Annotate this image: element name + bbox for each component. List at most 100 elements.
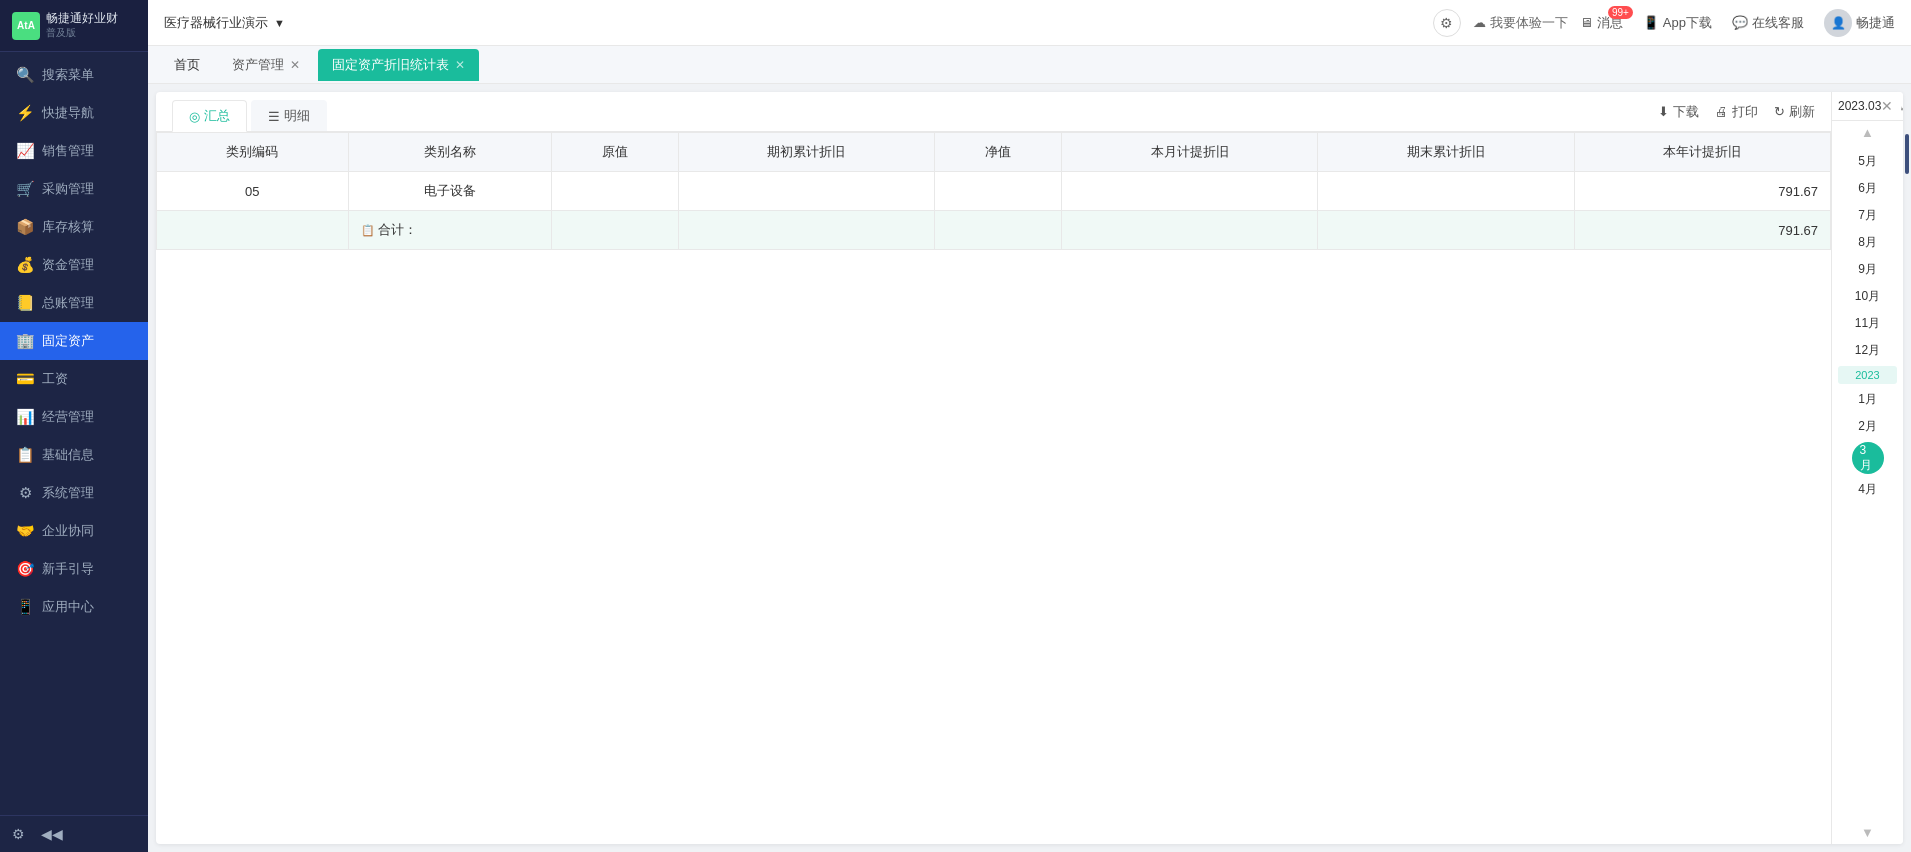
settings-button[interactable]: ⚙	[1433, 9, 1461, 37]
date-month-item[interactable]: 2月	[1832, 413, 1903, 440]
nav-icon-app_center: 📱	[16, 598, 34, 616]
experience-button[interactable]: ☁ 我要体验一下	[1473, 14, 1568, 32]
download-button[interactable]: ⬇ 下载	[1658, 103, 1699, 121]
sidebar-item-system[interactable]: ⚙ 系统管理	[0, 474, 148, 512]
date-month-item[interactable]: 11月	[1832, 310, 1903, 337]
nav-icon-ledger: 📒	[16, 294, 34, 312]
sidebar-item-search[interactable]: 🔍 搜索菜单	[0, 56, 148, 94]
user-profile[interactable]: 👤 畅捷通	[1824, 9, 1895, 37]
print-icon: 🖨	[1715, 104, 1728, 119]
nav-icon-purchase: 🛒	[16, 180, 34, 198]
sidebar-item-ledger[interactable]: 📒 总账管理	[0, 284, 148, 322]
table-header-row: 类别编码类别名称原值期初累计折旧净值本月计提折旧期末累计折旧本年计提折旧	[157, 133, 1831, 172]
date-month-item[interactable]: 3月	[1852, 442, 1884, 474]
subtab-detail[interactable]: ☰ 明细	[251, 100, 327, 131]
date-panel-title: 2023.03	[1838, 99, 1881, 113]
refresh-button[interactable]: ↻ 刷新	[1774, 103, 1815, 121]
sidebar-item-operations[interactable]: 📊 经营管理	[0, 398, 148, 436]
date-month-item[interactable]: 9月	[1832, 256, 1903, 283]
date-scroll-area: 5月6月7月8月9月10月11月12月20231月2月3月4月	[1832, 144, 1903, 821]
sidebar-item-inventory[interactable]: 📦 库存核算	[0, 208, 148, 246]
summary-cell	[157, 211, 349, 250]
subtab-label-detail: 明细	[284, 107, 310, 125]
table-cell	[935, 172, 1062, 211]
date-panel-close-icon[interactable]: ✕	[1881, 98, 1893, 114]
main-content: 医疗器械行业演示 ▼ ⚙ ☁ 我要体验一下 🖥 消息 99+ 📱 App下载 💬…	[148, 0, 1911, 852]
footer-settings-icon[interactable]: ⚙	[12, 826, 25, 842]
sidebar-item-basic_info[interactable]: 📋 基础信息	[0, 436, 148, 474]
sidebar-item-enterprise[interactable]: 🤝 企业协同	[0, 512, 148, 550]
date-panel-expand-icon[interactable]: ⤢	[1899, 98, 1903, 114]
subtab-actions: ⬇ 下载 🖨 打印 ↻ 刷新	[1658, 103, 1815, 129]
sidebar-footer: ⚙ ◀◀	[0, 815, 148, 852]
user-name: 畅捷通	[1856, 14, 1895, 32]
date-month-item[interactable]: 4月	[1832, 476, 1903, 503]
summary-cell	[678, 211, 934, 250]
print-button[interactable]: 🖨 打印	[1715, 103, 1758, 121]
page-body: ◎ 汇总 ☰ 明细 ⬇ 下载 🖨 打印 ↻ 刷新	[156, 92, 1831, 844]
date-month-item[interactable]: 5月	[1832, 148, 1903, 175]
date-nav-down-button[interactable]: ▼	[1832, 821, 1903, 844]
nav-icon-payroll: 💳	[16, 370, 34, 388]
table-body: 05电子设备791.67📋 合计：791.67	[157, 172, 1831, 250]
nav-label-enterprise: 企业协同	[42, 522, 94, 540]
nav-icon-inventory: 📦	[16, 218, 34, 236]
subtab-summary[interactable]: ◎ 汇总	[172, 100, 247, 132]
sidebar-item-quick_nav[interactable]: ⚡ 快捷导航	[0, 94, 148, 132]
nav-icon-search: 🔍	[16, 66, 34, 84]
avatar: 👤	[1824, 9, 1852, 37]
footer-collapse-icon[interactable]: ◀◀	[41, 826, 63, 842]
tab-close-asset_mgmt[interactable]: ✕	[290, 58, 300, 72]
company-selector[interactable]: 医疗器械行业演示 ▼	[164, 14, 1421, 32]
table-col-header: 本月计提折旧	[1061, 133, 1317, 172]
app-download-button[interactable]: 📱 App下载	[1643, 14, 1712, 32]
date-month-item[interactable]: 10月	[1832, 283, 1903, 310]
tab-close-depreciation_table[interactable]: ✕	[455, 58, 465, 72]
date-month-item[interactable]: 8月	[1832, 229, 1903, 256]
sidebar-item-sales[interactable]: 📈 销售管理	[0, 132, 148, 170]
table-cell: 05	[157, 172, 349, 211]
date-month-item[interactable]: 6月	[1832, 175, 1903, 202]
tab-home[interactable]: 首页	[160, 49, 214, 81]
sidebar-item-guide[interactable]: 🎯 新手引导	[0, 550, 148, 588]
nav-icon-guide: 🎯	[16, 560, 34, 578]
subtab-icon-detail: ☰	[268, 109, 280, 124]
sidebar-item-purchase[interactable]: 🛒 采购管理	[0, 170, 148, 208]
sidebar: AtA 畅捷通好业财 普及版 🔍 搜索菜单 ⚡ 快捷导航 📈 销售管理 🛒 采购…	[0, 0, 148, 852]
tab-label-depreciation_table: 固定资产折旧统计表	[332, 56, 449, 74]
date-panel-header: 2023.03 ✕ ⤢	[1832, 92, 1903, 121]
table-cell: 电子设备	[348, 172, 551, 211]
tab-depreciation_table[interactable]: 固定资产折旧统计表 ✕	[318, 49, 479, 81]
nav-icon-enterprise: 🤝	[16, 522, 34, 540]
nav-label-fixed_assets: 固定资产	[42, 332, 94, 350]
online-service-label: 在线客服	[1752, 14, 1804, 32]
date-panel: 2023.03 ✕ ⤢ ▲ 5月6月7月8月9月10月11月12月20231月2…	[1831, 92, 1903, 844]
table-cell	[678, 172, 934, 211]
summary-cell: 791.67	[1574, 211, 1830, 250]
nav-label-inventory: 库存核算	[42, 218, 94, 236]
table-cell	[551, 172, 678, 211]
table-col-header: 期末累计折旧	[1318, 133, 1574, 172]
online-service-button[interactable]: 💬 在线客服	[1732, 14, 1804, 32]
table-container: 类别编码类别名称原值期初累计折旧净值本月计提折旧期末累计折旧本年计提折旧 05电…	[156, 132, 1831, 844]
date-month-item[interactable]: 1月	[1832, 386, 1903, 413]
sidebar-item-app_center[interactable]: 📱 应用中心	[0, 588, 148, 626]
nav-label-system: 系统管理	[42, 484, 94, 502]
date-nav-up-button[interactable]: ▲	[1832, 121, 1903, 144]
sidebar-item-finance[interactable]: 💰 资金管理	[0, 246, 148, 284]
sidebar-item-fixed_assets[interactable]: 🏢 固定资产	[0, 322, 148, 360]
subtab-bar: ◎ 汇总 ☰ 明细 ⬇ 下载 🖨 打印 ↻ 刷新	[156, 92, 1831, 132]
table-row: 05电子设备791.67	[157, 172, 1831, 211]
logo-icon: AtA	[12, 12, 40, 40]
avatar-icon: 👤	[1831, 16, 1846, 30]
sidebar-item-payroll[interactable]: 💳 工资	[0, 360, 148, 398]
tab-label-home: 首页	[174, 56, 200, 74]
tab-asset_mgmt[interactable]: 资产管理✕	[218, 49, 314, 81]
summary-cell	[551, 211, 678, 250]
app-download-label: App下载	[1663, 14, 1712, 32]
date-month-item[interactable]: 12月	[1832, 337, 1903, 364]
topbar-right: 🖥 消息 99+ 📱 App下载 💬 在线客服 👤 畅捷通	[1580, 9, 1895, 37]
date-month-item[interactable]: 7月	[1832, 202, 1903, 229]
messages-button[interactable]: 🖥 消息 99+	[1580, 14, 1623, 32]
app-name: 畅捷通好业财	[46, 11, 118, 27]
